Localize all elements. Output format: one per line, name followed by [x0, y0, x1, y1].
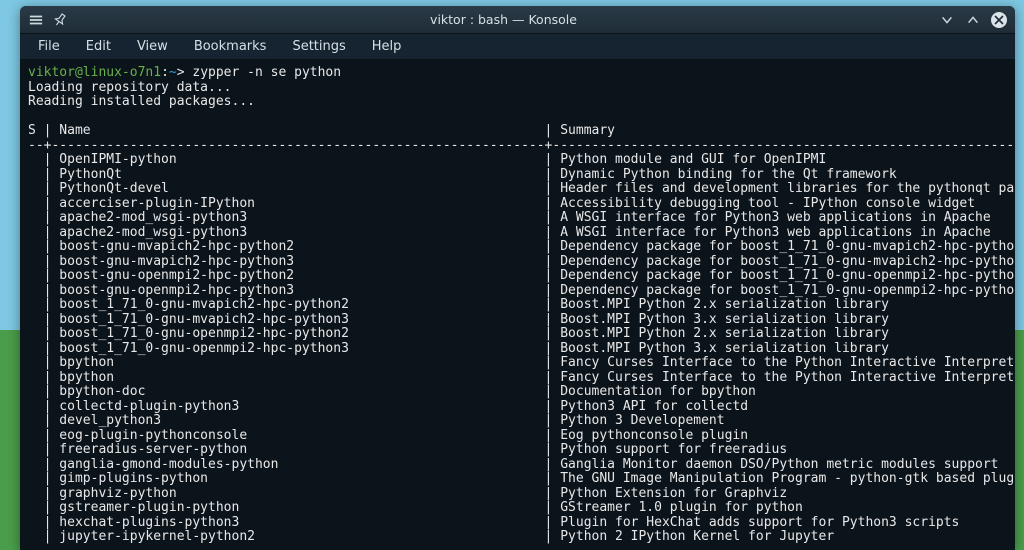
maximize-icon[interactable]: [965, 12, 981, 28]
menu-help[interactable]: Help: [360, 36, 414, 57]
titlebar-right: [939, 12, 1007, 28]
prompt-symbol: >: [177, 65, 193, 80]
window-title: viktor : bash — Konsole: [68, 12, 939, 27]
prompt-userhost: viktor@linux-o7n1: [28, 65, 161, 80]
menubar: File Edit View Bookmarks Settings Help: [20, 34, 1015, 60]
command-text: zypper -n se python: [192, 65, 341, 80]
konsole-window: viktor : bash — Konsole File Edit View B…: [20, 6, 1015, 550]
menu-file[interactable]: File: [26, 36, 72, 57]
close-icon[interactable]: [991, 12, 1007, 28]
app-menu-icon[interactable]: [28, 12, 44, 28]
pin-icon[interactable]: [52, 12, 68, 28]
menu-bookmarks[interactable]: Bookmarks: [182, 36, 279, 57]
menu-edit[interactable]: Edit: [74, 36, 123, 57]
menu-settings[interactable]: Settings: [280, 36, 357, 57]
titlebar-left: [28, 12, 68, 28]
titlebar[interactable]: viktor : bash — Konsole: [20, 6, 1015, 34]
terminal-area[interactable]: viktor@linux-o7n1:~> zypper -n se python…: [20, 60, 1015, 550]
prompt-path: ~: [169, 65, 177, 80]
menu-view[interactable]: View: [125, 36, 180, 57]
prompt-colon: :: [161, 65, 169, 80]
minimize-icon[interactable]: [939, 12, 955, 28]
